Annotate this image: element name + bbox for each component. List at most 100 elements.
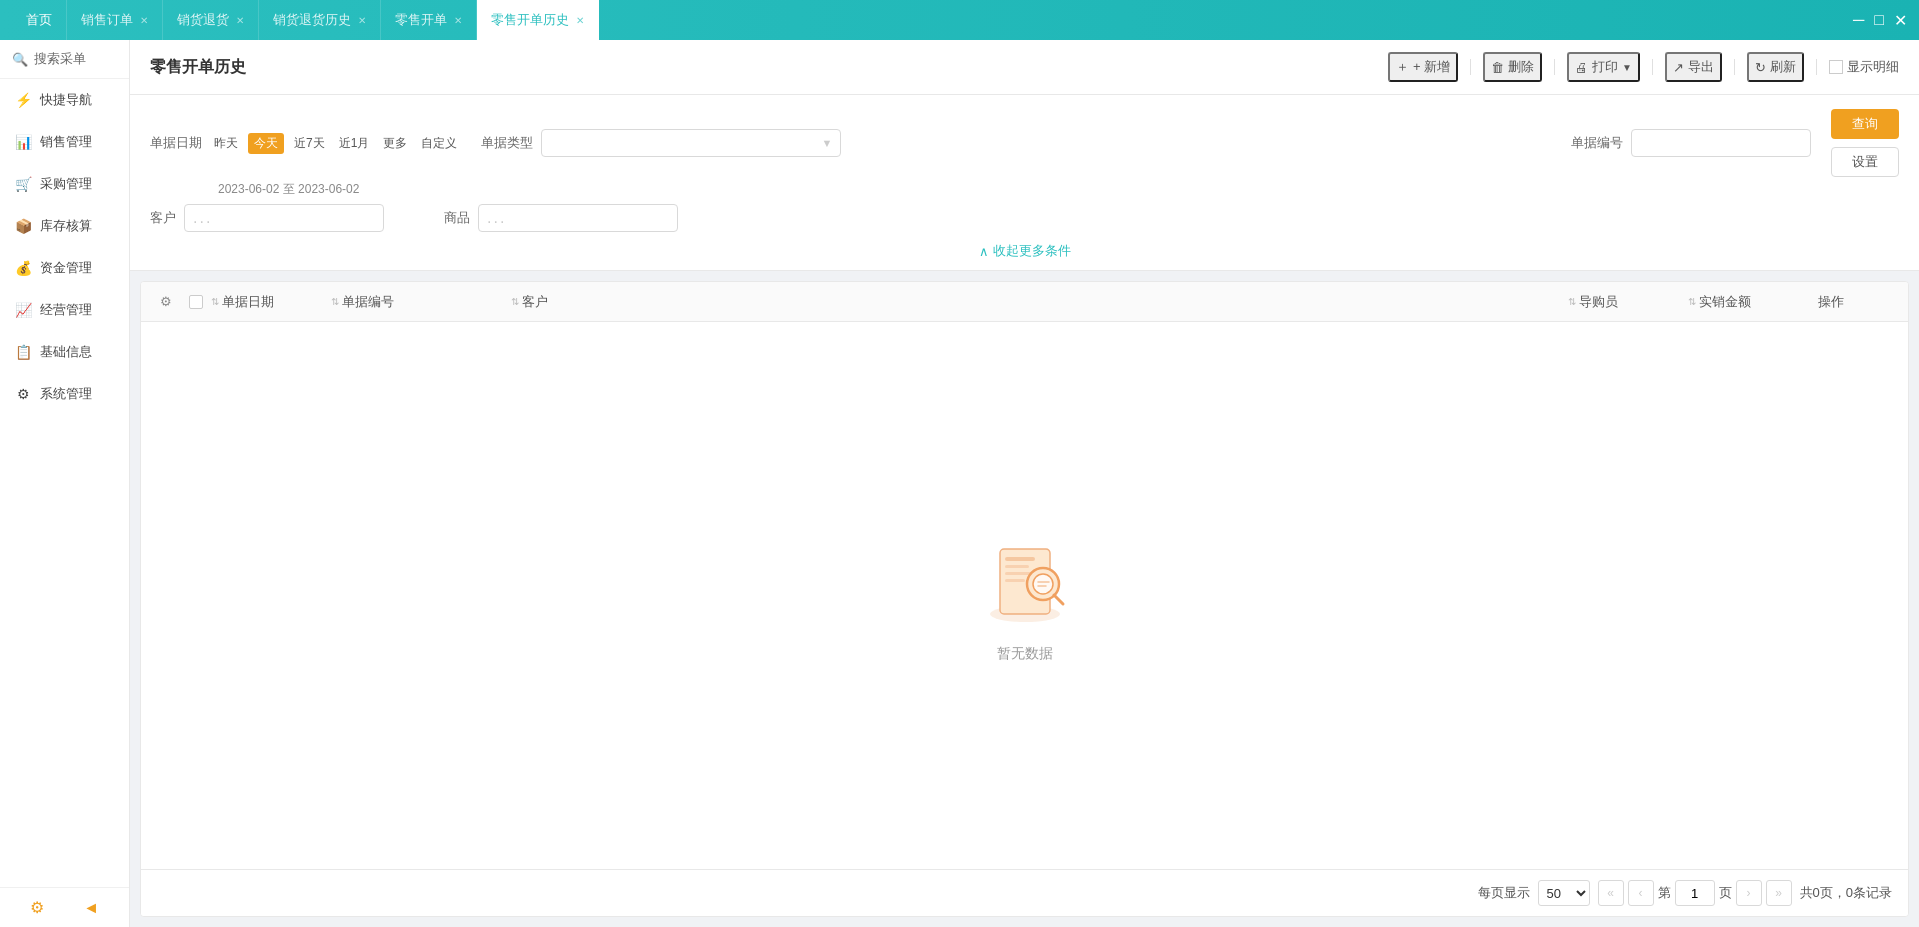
- page-number-input[interactable]: [1675, 880, 1715, 906]
- table-header: ⚙ ⇅ 单据日期 ⇅ 单据编号 ⇅ 客户 ⇅ 导购员: [141, 282, 1908, 322]
- doctype-select[interactable]: ▼: [541, 129, 841, 157]
- sidebar-item-ops-mgmt[interactable]: 📈 经营管理: [0, 289, 129, 331]
- tab-retail-open[interactable]: 零售开单 ✕: [381, 0, 477, 40]
- filter-date-item: 单据日期 昨天 今天 近7天 近1月 更多 自定义: [150, 133, 461, 154]
- show-detail-checkbox[interactable]: [1829, 60, 1843, 74]
- next-page-btn[interactable]: ›: [1736, 880, 1762, 906]
- export-button[interactable]: ↗ 导出: [1665, 52, 1722, 82]
- date-label: 单据日期: [150, 134, 202, 152]
- col-action-label: 操作: [1818, 293, 1844, 311]
- delete-button[interactable]: 🗑 删除: [1483, 52, 1542, 82]
- date-options: 昨天 今天 近7天 近1月 更多 自定义: [210, 133, 461, 154]
- tab-sales-order-label: 销售订单: [81, 11, 133, 29]
- date-1month-btn[interactable]: 近1月: [335, 133, 374, 154]
- col-header-amount[interactable]: ⇅ 实销金额: [1688, 293, 1818, 311]
- doctype-label: 单据类型: [481, 134, 533, 152]
- sidebar-item-sales-mgmt-label: 销售管理: [40, 133, 92, 151]
- sidebar-item-purchase-mgmt-label: 采购管理: [40, 175, 92, 193]
- app-body: 🔍 搜索采单 ⚡ 快捷导航 📊 销售管理 🛒 采购管理 📦 库存核算 💰 资金管…: [0, 40, 1919, 927]
- filter-customer-item: 客户 ...: [150, 204, 384, 232]
- sidebar-item-quick-nav[interactable]: ⚡ 快捷导航: [0, 79, 129, 121]
- close-btn[interactable]: ✕: [1894, 11, 1907, 30]
- page-header: 零售开单历史 ＋ + 新增 🗑 删除 🖨 打印 ▼: [130, 40, 1919, 95]
- refresh-label: 刷新: [1770, 58, 1796, 76]
- date-range-text: 2023-06-02 至 2023-06-02: [218, 182, 359, 196]
- prev-page-btn[interactable]: ‹: [1628, 880, 1654, 906]
- checkbox-all[interactable]: [189, 295, 203, 309]
- ops-mgmt-icon: 📈: [14, 301, 32, 319]
- collapse-sidebar-btn[interactable]: ◄: [83, 899, 99, 917]
- product-input[interactable]: ...: [478, 204, 678, 232]
- tab-retail-open-close[interactable]: ✕: [454, 15, 462, 26]
- toolbar-divider-4: [1734, 59, 1735, 75]
- search-bill-label: 搜索采单: [34, 50, 86, 68]
- sidebar-item-inventory[interactable]: 📦 库存核算: [0, 205, 129, 247]
- col-header-action: 操作: [1818, 293, 1898, 311]
- tab-sales-order[interactable]: 销售订单 ✕: [67, 0, 163, 40]
- setting-button[interactable]: 设置: [1831, 147, 1899, 177]
- collapse-filter-btn[interactable]: ∧ 收起更多条件: [150, 242, 1899, 260]
- date-range-display: 2023-06-02 至 2023-06-02: [218, 181, 1899, 198]
- col-header-guide[interactable]: ⇅ 导购员: [1568, 293, 1688, 311]
- product-label: 商品: [444, 209, 470, 227]
- doctype-dropdown-icon: ▼: [821, 137, 832, 149]
- sidebar-item-basic-info[interactable]: 📋 基础信息: [0, 331, 129, 373]
- tab-retail-open-history[interactable]: 零售开单历史 ✕: [477, 0, 599, 40]
- filter-docnum-item: 单据编号: [1571, 129, 1811, 157]
- select-all-checkbox[interactable]: [181, 295, 211, 309]
- svg-rect-2: [1005, 557, 1035, 561]
- page-nav: « ‹ 第 页 › »: [1598, 880, 1792, 906]
- pagination: 每页显示 50 100 200 « ‹ 第 页 › » 共0页，0条记录: [141, 869, 1908, 916]
- tab-sales-return-close[interactable]: ✕: [236, 15, 244, 26]
- date-custom-btn[interactable]: 自定义: [417, 133, 461, 154]
- table-area: ⚙ ⇅ 单据日期 ⇅ 单据编号 ⇅ 客户 ⇅ 导购员: [140, 281, 1909, 917]
- last-page-btn[interactable]: »: [1766, 880, 1792, 906]
- tab-sales-return[interactable]: 销货退货 ✕: [163, 0, 259, 40]
- query-button[interactable]: 查询: [1831, 109, 1899, 139]
- add-button[interactable]: ＋ + 新增: [1388, 52, 1458, 82]
- toolbar-divider-1: [1470, 59, 1471, 75]
- svg-rect-5: [1005, 579, 1025, 582]
- sys-mgmt-icon: ⚙: [14, 385, 32, 403]
- filter-row-2: 客户 ... 商品 ...: [150, 204, 1899, 232]
- sidebar-item-purchase-mgmt[interactable]: 🛒 采购管理: [0, 163, 129, 205]
- settings-gear-icon[interactable]: ⚙: [30, 898, 44, 917]
- toolbar-divider-2: [1554, 59, 1555, 75]
- date-7days-btn[interactable]: 近7天: [290, 133, 329, 154]
- tab-sales-return-history[interactable]: 销货退货历史 ✕: [259, 0, 381, 40]
- empty-icon: [975, 529, 1075, 629]
- page-size-label: 每页显示: [1478, 884, 1530, 902]
- date-yesterday-btn[interactable]: 昨天: [210, 133, 242, 154]
- search-bill-btn[interactable]: 🔍 搜索采单: [0, 40, 129, 79]
- minimize-btn[interactable]: ─: [1853, 11, 1864, 29]
- tab-home[interactable]: 首页: [12, 0, 67, 40]
- svg-point-7: [1033, 574, 1053, 594]
- date-today-btn[interactable]: 今天: [248, 133, 284, 154]
- sidebar-item-finance-label: 资金管理: [40, 259, 92, 277]
- show-detail-toggle[interactable]: 显示明细: [1829, 58, 1899, 76]
- total-info: 共0页，0条记录: [1800, 884, 1892, 902]
- tab-sales-order-close[interactable]: ✕: [140, 15, 148, 26]
- tab-retail-open-history-close[interactable]: ✕: [576, 15, 584, 26]
- sidebar-item-sys-mgmt[interactable]: ⚙ 系统管理: [0, 373, 129, 415]
- sidebar-item-sales-mgmt[interactable]: 📊 销售管理: [0, 121, 129, 163]
- col-header-date[interactable]: ⇅ 单据日期: [211, 293, 331, 311]
- col-header-doc-num[interactable]: ⇅ 单据编号: [331, 293, 511, 311]
- tab-sales-return-history-close[interactable]: ✕: [358, 15, 366, 26]
- col-header-customer[interactable]: ⇅ 客户: [511, 293, 1568, 311]
- col-doc-num-sort-icon: ⇅: [331, 296, 339, 307]
- customer-label: 客户: [150, 209, 176, 227]
- refresh-button[interactable]: ↻ 刷新: [1747, 52, 1804, 82]
- sidebar-item-finance[interactable]: 💰 资金管理: [0, 247, 129, 289]
- toolbar-divider-3: [1652, 59, 1653, 75]
- maximize-btn[interactable]: □: [1874, 11, 1884, 29]
- first-page-btn[interactable]: «: [1598, 880, 1624, 906]
- customer-input[interactable]: ...: [184, 204, 384, 232]
- col-amount-label: 实销金额: [1699, 293, 1751, 311]
- date-more-btn[interactable]: 更多: [379, 133, 411, 154]
- page-size-select[interactable]: 50 100 200: [1538, 880, 1590, 906]
- column-settings-btn[interactable]: ⚙: [151, 294, 181, 309]
- docnum-input[interactable]: [1631, 129, 1811, 157]
- finance-icon: 💰: [14, 259, 32, 277]
- print-button[interactable]: 🖨 打印 ▼: [1567, 52, 1640, 82]
